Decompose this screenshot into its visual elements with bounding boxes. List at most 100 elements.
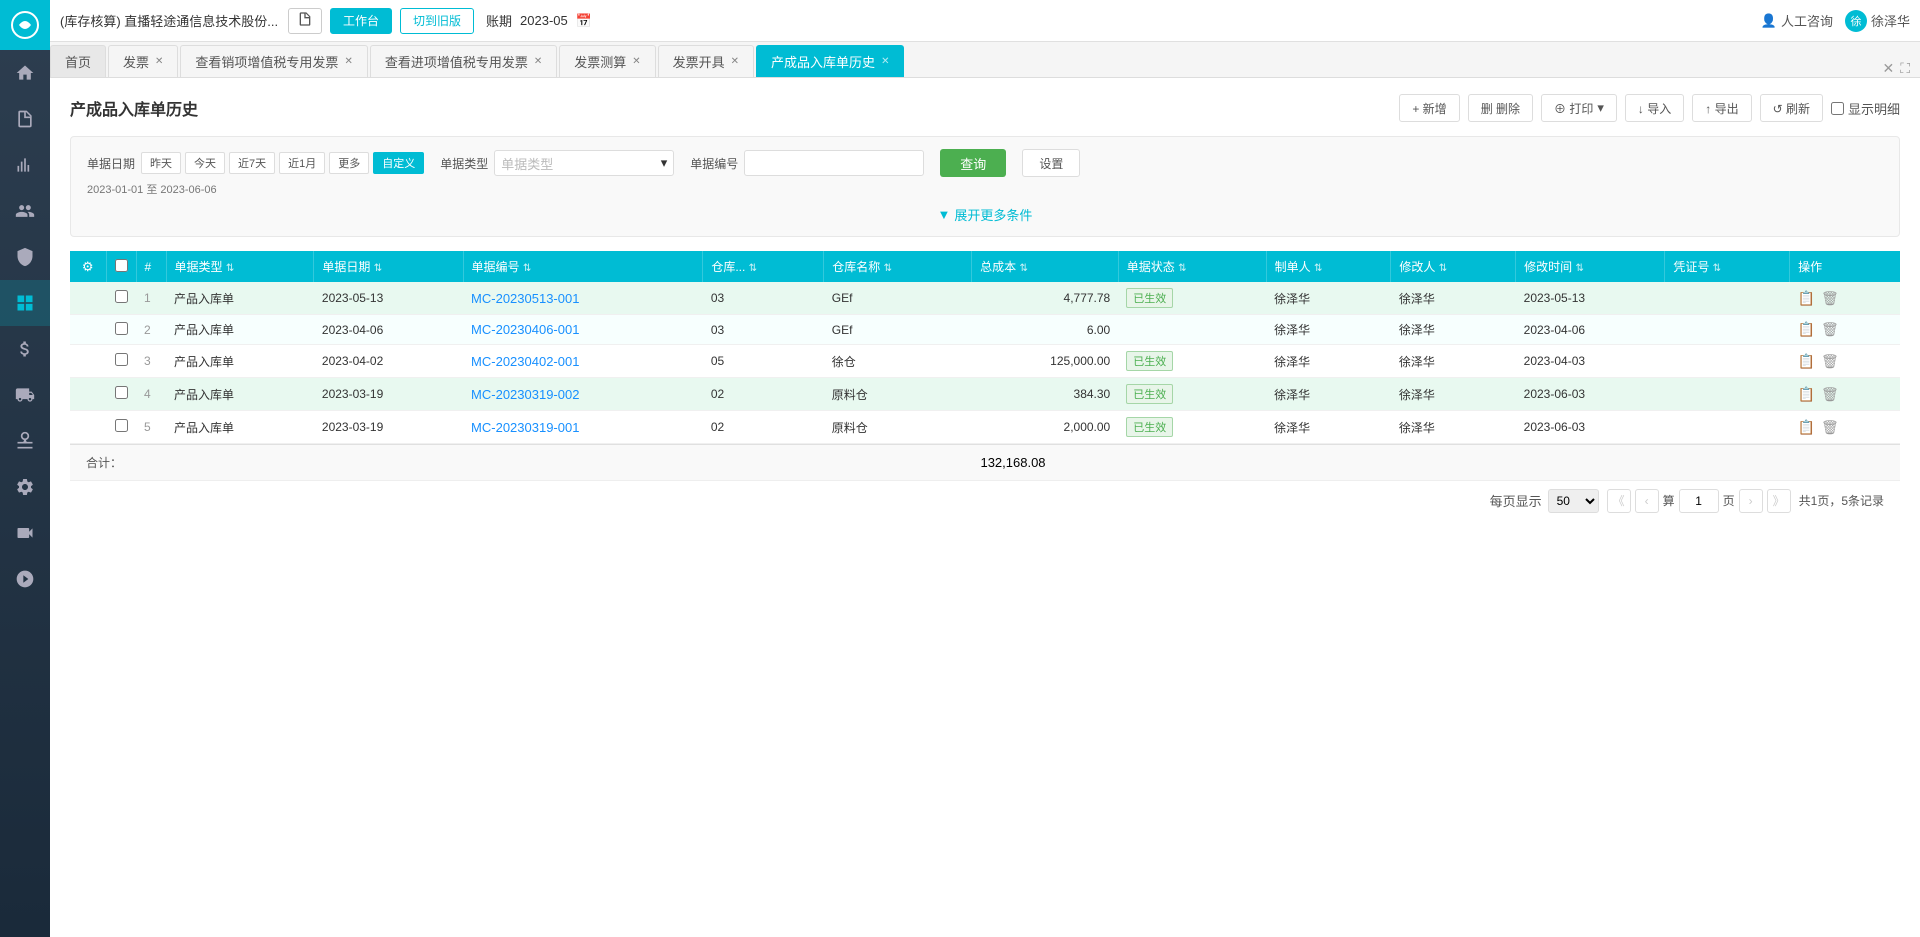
tab-expand-icon[interactable]: ⛶ (1900, 60, 1910, 77)
sidebar-item-stamp[interactable] (0, 418, 50, 464)
delete-icon[interactable]: 🗑 (1821, 290, 1839, 307)
col-settings[interactable]: ⚙ (70, 251, 106, 282)
sidebar-item-chart[interactable] (0, 142, 50, 188)
date-btn-today[interactable]: 今天 (185, 152, 225, 174)
switch-old-button[interactable]: 切到旧版 (400, 8, 474, 34)
delete-icon[interactable]: 🗑 (1821, 321, 1839, 338)
select-all-checkbox[interactable] (115, 259, 128, 272)
workbench-button[interactable]: 工作台 (330, 8, 392, 34)
tab-invoice-open-close[interactable]: ✕ (731, 56, 739, 67)
row-checkbox[interactable] (115, 419, 128, 432)
user-menu[interactable]: 徐 徐泽华 (1845, 10, 1910, 32)
cell-checkbox[interactable] (106, 378, 136, 411)
cell-checkbox[interactable] (106, 282, 136, 315)
sidebar-item-money[interactable] (0, 326, 50, 372)
cell-number[interactable]: MC-20230406-001 (463, 315, 703, 345)
tab-sales-vat[interactable]: 查看销项增值税专用发票 ✕ (180, 45, 367, 77)
cell-checkbox[interactable] (106, 345, 136, 378)
calendar-icon[interactable]: 📅 (576, 13, 592, 29)
date-btn-1month[interactable]: 近1月 (279, 152, 325, 174)
col-warehouse-code[interactable]: 仓库... ⇅ (703, 251, 824, 282)
date-btn-more[interactable]: 更多 (329, 152, 369, 174)
tab-close-all-icon[interactable]: ✕ (1882, 60, 1894, 77)
tab-invoice-calc[interactable]: 发票测算 ✕ (559, 45, 655, 77)
delete-button[interactable]: 删 删除 (1468, 94, 1533, 122)
sidebar-item-grid[interactable] (0, 280, 50, 326)
company-selector[interactable]: (库存核算) 直播轻途通信息技术股份... ▾ (60, 11, 280, 30)
cell-number[interactable]: MC-20230513-001 (463, 282, 703, 315)
date-btn-7days[interactable]: 近7天 (229, 152, 275, 174)
sidebar-item-doc[interactable] (0, 96, 50, 142)
edit-icon[interactable]: 📋 (1798, 386, 1815, 403)
tab-invoice-close[interactable]: ✕ (155, 56, 163, 67)
row-checkbox[interactable] (115, 386, 128, 399)
tab-product-history-close[interactable]: ✕ (881, 56, 889, 67)
number-link[interactable]: MC-20230406-001 (471, 322, 579, 337)
import-button[interactable]: ↓ 导入 (1625, 94, 1684, 122)
tab-home[interactable]: 首页 (50, 45, 106, 77)
number-link[interactable]: MC-20230319-002 (471, 387, 579, 402)
new-button[interactable]: + 新增 (1399, 94, 1459, 122)
cell-checkbox[interactable] (106, 315, 136, 345)
tab-purchase-vat-close[interactable]: ✕ (534, 56, 542, 67)
query-button[interactable]: 查询 (940, 149, 1006, 177)
sidebar-item-gear[interactable] (0, 464, 50, 510)
sidebar-item-shield[interactable] (0, 234, 50, 280)
col-number[interactable]: 单据编号 ⇅ (463, 251, 703, 282)
cell-number[interactable]: MC-20230319-002 (463, 378, 703, 411)
col-warehouse-name[interactable]: 仓库名称 ⇅ (824, 251, 972, 282)
col-modifier[interactable]: 修改人 ⇅ (1391, 251, 1516, 282)
cell-number[interactable]: MC-20230319-001 (463, 411, 703, 444)
delete-icon[interactable]: 🗑 (1821, 386, 1839, 403)
col-status[interactable]: 单据状态 ⇅ (1118, 251, 1266, 282)
cell-number[interactable]: MC-20230402-001 (463, 345, 703, 378)
tab-invoice[interactable]: 发票 ✕ (108, 45, 178, 77)
col-total-cost[interactable]: 总成本 ⇅ (972, 251, 1119, 282)
col-type[interactable]: 单据类型 ⇅ (166, 251, 314, 282)
edit-icon[interactable]: 📋 (1798, 353, 1815, 370)
next-page-btn[interactable]: › (1739, 489, 1763, 513)
page-number-input[interactable] (1679, 489, 1719, 513)
col-date[interactable]: 单据日期 ⇅ (314, 251, 463, 282)
col-creator[interactable]: 制单人 ⇅ (1266, 251, 1391, 282)
row-checkbox[interactable] (115, 290, 128, 303)
sidebar-item-home[interactable] (0, 50, 50, 96)
type-select[interactable]: 单据类型 ▾ (494, 150, 674, 176)
show-detail-toggle[interactable]: 显示明细 (1831, 99, 1900, 118)
row-checkbox[interactable] (115, 322, 128, 335)
edit-icon[interactable]: 📋 (1798, 321, 1815, 338)
delete-icon[interactable]: 🗑 (1821, 353, 1839, 370)
print-button[interactable]: ⊕ 打印 ▾ (1541, 94, 1617, 122)
last-page-btn[interactable]: 》 (1767, 489, 1791, 513)
prev-page-btn[interactable]: ‹ (1635, 489, 1659, 513)
refresh-button[interactable]: ↺ 刷新 (1760, 94, 1823, 122)
export-button[interactable]: ↑ 导出 (1692, 94, 1751, 122)
cell-checkbox[interactable] (106, 411, 136, 444)
edit-icon[interactable]: 📋 (1798, 290, 1815, 307)
tab-purchase-vat[interactable]: 查看进项增值税专用发票 ✕ (370, 45, 557, 77)
sidebar-item-warehouse[interactable] (0, 372, 50, 418)
number-input[interactable] (744, 150, 924, 176)
col-voucher[interactable]: 凭证号 ⇅ (1665, 251, 1790, 282)
date-btn-custom[interactable]: 自定义 (373, 152, 424, 174)
doc-icon-btn[interactable] (288, 8, 322, 34)
filter-setting-button[interactable]: 设置 (1022, 149, 1080, 177)
number-link[interactable]: MC-20230513-001 (471, 291, 579, 306)
tab-invoice-open[interactable]: 发票开具 ✕ (658, 45, 754, 77)
sidebar-item-people[interactable] (0, 188, 50, 234)
date-btn-yesterday[interactable]: 昨天 (141, 152, 181, 174)
tab-sales-vat-close[interactable]: ✕ (344, 56, 352, 67)
help-link[interactable]: 👤 人工咨询 (1761, 11, 1833, 30)
row-checkbox[interactable] (115, 353, 128, 366)
delete-icon[interactable]: 🗑 (1821, 419, 1839, 436)
expand-filter-button[interactable]: ▼ 展开更多条件 (938, 205, 1033, 224)
show-detail-checkbox[interactable] (1831, 102, 1844, 115)
tab-invoice-calc-close[interactable]: ✕ (632, 56, 640, 67)
first-page-btn[interactable]: 《 (1607, 489, 1631, 513)
col-modify-time[interactable]: 修改时间 ⇅ (1516, 251, 1665, 282)
per-page-select[interactable]: 50 10 20 100 (1548, 489, 1599, 513)
number-link[interactable]: MC-20230402-001 (471, 354, 579, 369)
col-checkbox[interactable] (106, 251, 136, 282)
edit-icon[interactable]: 📋 (1798, 419, 1815, 436)
sidebar-item-version[interactable] (0, 556, 50, 602)
